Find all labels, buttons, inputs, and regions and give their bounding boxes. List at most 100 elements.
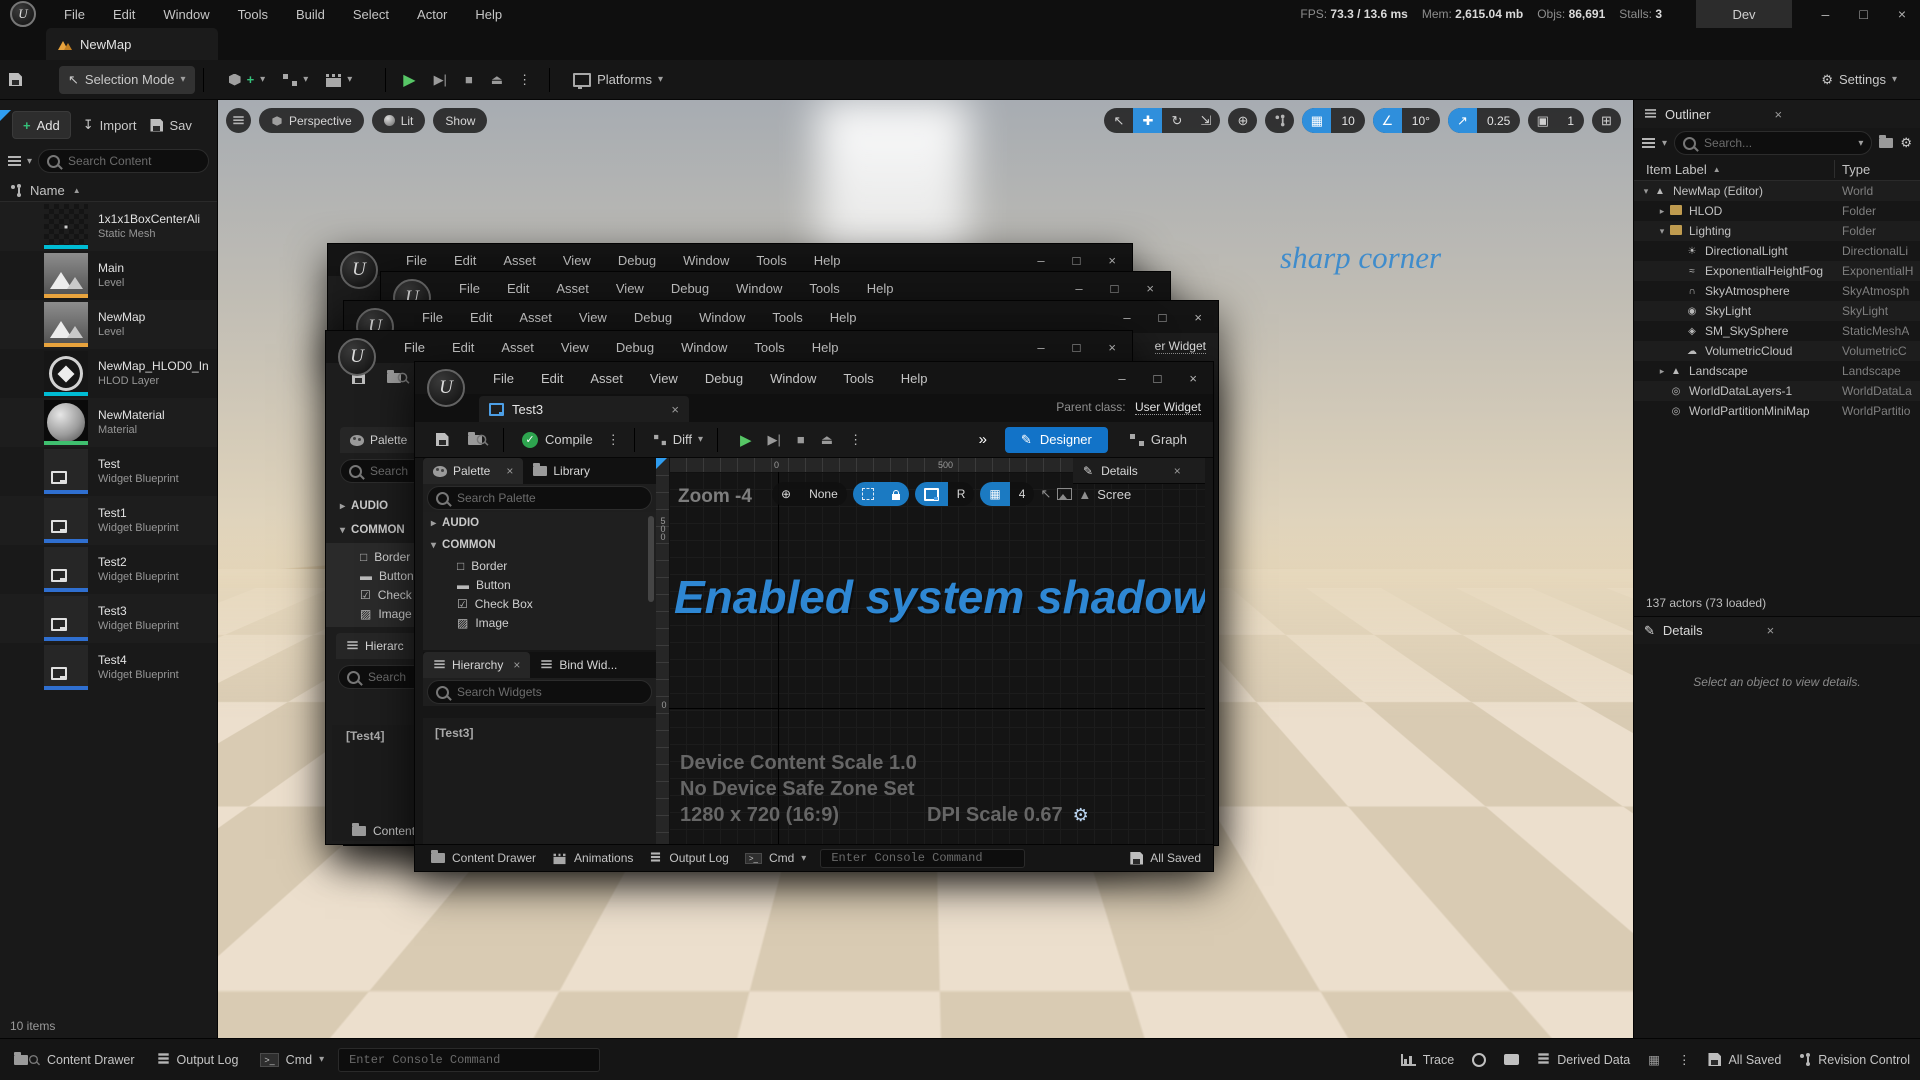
graph-mode-button[interactable]: Graph (1130, 432, 1187, 447)
menu-item[interactable]: File (459, 281, 480, 296)
minimize-button[interactable]: – (1037, 253, 1044, 268)
menu-item[interactable]: Edit (454, 253, 476, 268)
gear-icon[interactable]: ⚙ (1900, 135, 1912, 151)
dpi-settings-gear-icon[interactable]: ⚙ (1073, 802, 1089, 828)
menu-item[interactable]: View (616, 281, 644, 296)
menu-item[interactable]: View (579, 310, 607, 325)
details-tab[interactable]: ✎ Details × (1073, 458, 1205, 484)
play-from-here-button[interactable]: ▶| (425, 66, 456, 94)
move-tool-button[interactable]: ✚ (1133, 108, 1162, 133)
outliner-row[interactable]: ▸ ▲ Landscape Landscape (1634, 361, 1920, 381)
close-icon[interactable]: × (1767, 623, 1775, 638)
menu-item[interactable]: View (650, 371, 678, 386)
scale-snap-value[interactable]: 0.25 (1477, 108, 1520, 133)
compile-button[interactable]: ✓ Compile (522, 432, 593, 448)
flip-preview-icon[interactable]: ▲ (1078, 487, 1091, 502)
close-icon[interactable]: × (1775, 107, 1783, 122)
content-drawer-button[interactable]: Content (352, 824, 415, 838)
viewport-options-menu[interactable] (226, 108, 251, 133)
palette-item[interactable]: ☑ Check Box (423, 594, 656, 613)
show-dropdown[interactable]: Show (433, 108, 487, 133)
screenshot-button[interactable] (1504, 1054, 1519, 1065)
minimize-button[interactable]: – (1037, 340, 1044, 355)
designer-canvas-area[interactable]: 0 500 500 0 Zoom -4 ⊕ None R ▦ 4 ↖ ▲ Scr… (656, 458, 1205, 844)
trace-button[interactable]: Trace (1401, 1053, 1455, 1067)
content-drawer-button[interactable]: Content Drawer (431, 851, 536, 865)
menu-item[interactable]: Select (353, 7, 389, 22)
maximize-button[interactable]: □ (1111, 281, 1119, 296)
chevron-down-icon[interactable]: ▾ (1662, 138, 1667, 149)
hierarchy-search[interactable] (427, 680, 652, 704)
play-options-menu[interactable]: ⋮ (843, 432, 868, 448)
outliner-row[interactable]: ∩ SkyAtmosphere SkyAtmosph (1634, 281, 1920, 301)
palette-item[interactable]: ▨ Image (423, 613, 656, 632)
menu-item[interactable]: Edit (470, 310, 492, 325)
menu-item[interactable]: Help (814, 253, 841, 268)
network-status-icon[interactable]: ▦ (1648, 1052, 1660, 1067)
designer-mode-button[interactable]: ✎ Designer (1005, 427, 1108, 453)
grid-snap-value[interactable]: 4 (1010, 482, 1035, 506)
menu-item[interactable]: Actor (417, 7, 447, 22)
menu-item[interactable]: Debug (634, 310, 672, 325)
revision-control-button[interactable]: Revision Control (1799, 1053, 1910, 1067)
scale-tool-button[interactable]: ⇲ (1191, 108, 1220, 133)
outliner-row[interactable]: ☁ VolumetricCloud VolumetricC (1634, 341, 1920, 361)
menu-item[interactable]: Tools (809, 281, 839, 296)
palette-tab[interactable]: Palette (340, 427, 417, 453)
outliner-row[interactable]: ≈ ExponentialHeightFog ExponentialH (1634, 261, 1920, 281)
outliner-row[interactable]: ▾ Lighting Folder (1634, 221, 1920, 241)
surface-snapping-button[interactable] (1265, 108, 1294, 133)
menu-item[interactable]: View (563, 253, 591, 268)
menu-item[interactable]: Window (681, 340, 727, 355)
stop-button[interactable]: ■ (797, 432, 805, 447)
console-command-box[interactable] (820, 849, 1025, 868)
menu-item[interactable]: View (561, 340, 589, 355)
all-saved-button[interactable]: All Saved (1130, 851, 1201, 865)
fill-rule-dropdown[interactable]: Scree (1097, 487, 1131, 502)
eject-button[interactable]: ⏏ (821, 432, 833, 448)
animations-button[interactable]: Animations (552, 851, 633, 865)
save-button[interactable] (431, 429, 453, 451)
hierarchy-search-input[interactable] (455, 684, 643, 700)
content-item[interactable]: Test4 Widget Blueprint (0, 643, 217, 692)
canvas-widget-text[interactable]: Enabled system shadow (674, 570, 1205, 624)
camera-speed-control[interactable]: ▣ 1 (1528, 108, 1584, 133)
tab-test3[interactable]: Test3 × (479, 396, 689, 422)
content-item[interactable]: Test1 Widget Blueprint (0, 496, 217, 545)
menu-item[interactable]: Tools (843, 371, 873, 386)
expander-icon[interactable]: ▸ (1656, 206, 1668, 217)
parent-class-link-truncated[interactable]: er Widget (1155, 339, 1206, 354)
window-title-bar[interactable]: U File Edit Asset View Debug Window Tools Help … (415, 362, 1213, 394)
content-item[interactable]: 1x1x1BoxCenterAli Static Mesh (0, 202, 217, 251)
maximize-button[interactable]: □ (1073, 340, 1081, 355)
content-item[interactable]: Main Level (0, 251, 217, 300)
output-log-button[interactable]: Output Log (649, 851, 728, 865)
selection-mode-dropdown[interactable]: ↖ Selection Mode ▾ (59, 66, 195, 94)
play-button[interactable]: ▶ (394, 66, 424, 94)
content-column-header[interactable]: Name ▲ (0, 180, 217, 202)
content-item[interactable]: NewMaterial Material (0, 398, 217, 447)
close-icon[interactable]: × (671, 402, 679, 417)
hierarchy-root-widget[interactable]: [Test4] (346, 729, 384, 743)
expander-icon[interactable]: ▾ (1640, 186, 1652, 197)
palette-tab[interactable]: Palette × (423, 458, 523, 484)
content-drawer-button[interactable]: Content Drawer (14, 1053, 135, 1067)
close-button[interactable]: × (1108, 253, 1116, 268)
minimize-button[interactable]: – (1075, 281, 1082, 296)
close-icon[interactable]: × (1174, 464, 1181, 478)
expander-icon[interactable]: ▾ (1656, 226, 1668, 237)
outliner-row[interactable]: ◎ WorldDataLayers-1 WorldDataLa (1634, 381, 1920, 401)
perspective-dropdown[interactable]: Perspective (259, 108, 364, 133)
close-icon[interactable]: × (513, 658, 520, 672)
menu-item[interactable]: File (64, 7, 85, 22)
outliner-row[interactable]: ◉ SkyLight SkyLight (1634, 301, 1920, 321)
close-icon[interactable]: × (506, 464, 513, 478)
menu-item[interactable]: Help (475, 7, 502, 22)
cmd-dropdown[interactable]: >_ Cmd ▾ (260, 1053, 324, 1067)
menu-item[interactable]: Window (163, 7, 209, 22)
minimize-button[interactable]: – (1123, 310, 1130, 325)
palette-item[interactable]: ▬ Button (423, 575, 656, 594)
menu-item[interactable]: Edit (541, 371, 563, 386)
browse-to-asset-button[interactable] (387, 371, 409, 384)
widget-bounds-button[interactable] (915, 482, 948, 506)
